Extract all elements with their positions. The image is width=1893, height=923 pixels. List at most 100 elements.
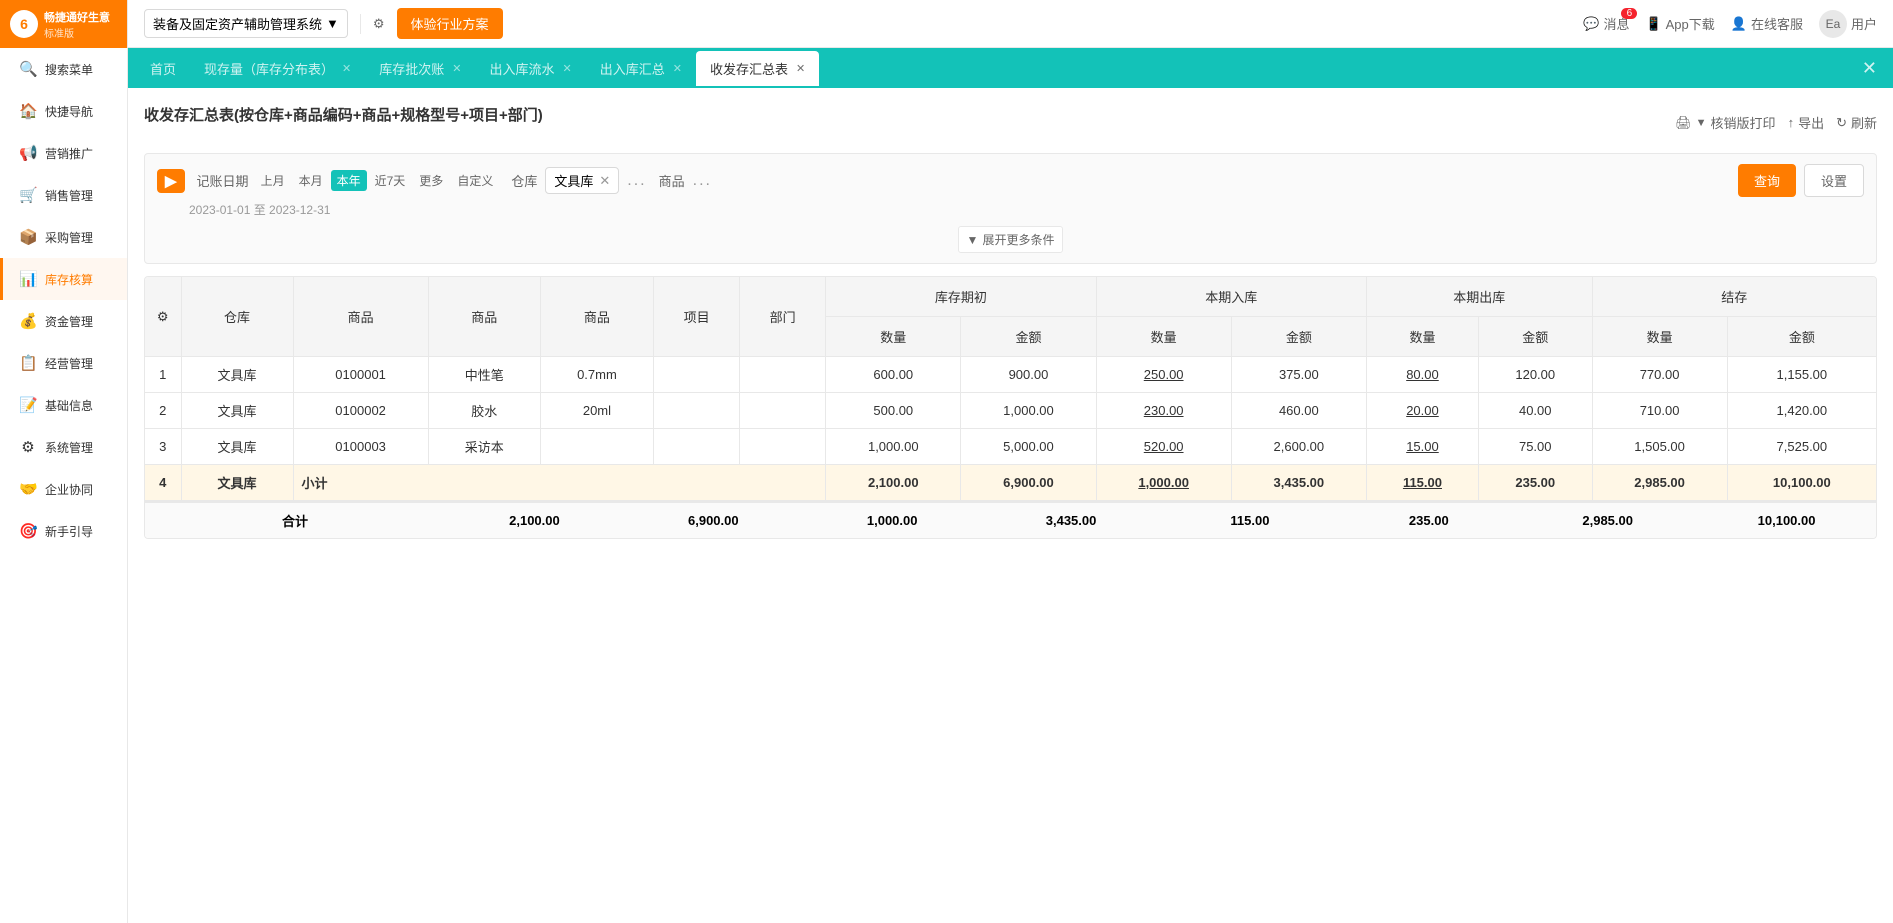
table-settings-icon[interactable]: ⚙ xyxy=(157,309,169,324)
cell-department xyxy=(740,357,826,393)
message-icon: 💬 xyxy=(1583,16,1599,32)
tab-close-flow[interactable]: ✕ xyxy=(563,62,572,75)
user-item[interactable]: Ea 用户 xyxy=(1819,10,1877,38)
tab-close-stock[interactable]: ✕ xyxy=(342,62,351,75)
sidebar-item-guide[interactable]: 🎯新手引导 xyxy=(0,510,127,552)
trial-button[interactable]: 体验行业方案 xyxy=(397,8,503,39)
th-in-qty: 数量 xyxy=(1096,317,1231,357)
system-title-select[interactable]: 装备及固定资产辅助管理系统 ▼ xyxy=(144,9,348,38)
sub-in-qty-val[interactable]: 1,000.00 xyxy=(1138,475,1189,490)
nav-icon-search: 🔍 xyxy=(19,60,37,78)
table-row: 2 文具库 0100002 胶水 20ml 500.00 1,000.00 23… xyxy=(145,393,1876,429)
tab-close-summary[interactable]: ✕ xyxy=(673,62,682,75)
nav-icon-basic: 📝 xyxy=(19,396,37,414)
data-table-container: ⚙ 仓库 商品 商品 商品 项目 部门 库存期初 本期入库 本期出库 结存 xyxy=(144,276,1877,539)
cell-in-qty-val[interactable]: 230.00 xyxy=(1144,403,1184,418)
nav-icon-sales: 🛒 xyxy=(19,186,37,204)
sidebar-item-basic[interactable]: 📝基础信息 xyxy=(0,384,127,426)
sub-in-qty[interactable]: 1,000.00 xyxy=(1096,465,1231,501)
dropdown-icon: ▼ xyxy=(326,16,339,31)
filter-toggle-btn[interactable]: ▶ xyxy=(157,169,185,193)
warehouse-tag-remove[interactable]: ✕ xyxy=(599,173,610,189)
message-item[interactable]: 💬 消息 6 xyxy=(1583,14,1629,33)
setting-button[interactable]: 设置 xyxy=(1804,164,1864,197)
goods-more-btn[interactable]: ... xyxy=(693,172,712,190)
export-button[interactable]: ↑ 导出 xyxy=(1788,113,1825,132)
cell-warehouse: 文具库 xyxy=(181,429,293,465)
expand-conditions-btn[interactable]: ▼ 展开更多条件 xyxy=(958,226,1064,253)
cell-in-qty[interactable]: 250.00 xyxy=(1096,357,1231,393)
sidebar-item-marketing[interactable]: 📢营销推广 xyxy=(0,132,127,174)
sidebar-item-finance[interactable]: 💰资金管理 xyxy=(0,300,127,342)
cell-in-qty[interactable]: 230.00 xyxy=(1096,393,1231,429)
cell-closing-qty: 710.00 xyxy=(1592,393,1727,429)
date-range-row: 2023-01-01 至 2023-12-31 xyxy=(157,201,1864,218)
print-button[interactable]: 🖨 ▼ 核销版打印 xyxy=(1675,113,1775,132)
sub-out-qty[interactable]: 115.00 xyxy=(1366,465,1478,501)
date-shortcut-0[interactable]: 上月 xyxy=(255,170,291,191)
sidebar-item-operation[interactable]: 📋经营管理 xyxy=(0,342,127,384)
sidebar-nav: 🔍搜索菜单🏠快捷导航📢营销推广🛒销售管理📦采购管理📊库存核算💰资金管理📋经营管理… xyxy=(0,48,127,552)
logo-badge: 标准版 xyxy=(44,25,110,40)
cell-out-qty[interactable]: 80.00 xyxy=(1366,357,1478,393)
online-service-item[interactable]: 👤 在线客服 xyxy=(1731,14,1803,33)
cell-in-qty[interactable]: 520.00 xyxy=(1096,429,1231,465)
cell-out-qty-val[interactable]: 80.00 xyxy=(1406,367,1439,382)
tab-stock[interactable]: 现存量（库存分布表）✕ xyxy=(190,51,365,86)
tab-close-receipt[interactable]: ✕ xyxy=(796,62,805,75)
tab-summary[interactable]: 出入库汇总✕ xyxy=(586,51,696,86)
cell-out-qty-val[interactable]: 20.00 xyxy=(1406,403,1439,418)
cell-out-qty[interactable]: 15.00 xyxy=(1366,429,1478,465)
nav-icon-collab: 🤝 xyxy=(19,480,37,498)
cell-project xyxy=(654,357,740,393)
cell-project xyxy=(654,429,740,465)
settings-icon[interactable]: ⚙ xyxy=(373,16,385,32)
query-button[interactable]: 查询 xyxy=(1738,164,1796,197)
sidebar-item-collab[interactable]: 🤝企业协同 xyxy=(0,468,127,510)
sidebar-item-search[interactable]: 🔍搜索菜单 xyxy=(0,48,127,90)
sidebar-item-inventory[interactable]: 📊库存核算 xyxy=(0,258,127,300)
logo-text-block: 畅捷通好生意 标准版 xyxy=(44,9,110,40)
tab-bar-close-btn[interactable]: ✕ xyxy=(1854,58,1885,79)
page-top-actions: 🖨 ▼ 核销版打印 ↑ 导出 ↻ 刷新 xyxy=(1675,113,1877,132)
warehouse-more-btn[interactable]: ... xyxy=(627,172,646,190)
th-goods-code: 商品 xyxy=(293,277,428,357)
date-shortcut-2[interactable]: 本年 xyxy=(331,170,367,191)
cell-out-qty[interactable]: 20.00 xyxy=(1366,393,1478,429)
tab-receipt[interactable]: 收发存汇总表✕ xyxy=(696,51,819,86)
sub-rownum: 4 xyxy=(145,465,181,501)
nav-icon-operation: 📋 xyxy=(19,354,37,372)
sub-out-qty-val[interactable]: 115.00 xyxy=(1403,475,1442,490)
sidebar-item-quicknav[interactable]: 🏠快捷导航 xyxy=(0,90,127,132)
refresh-button[interactable]: ↻ 刷新 xyxy=(1836,113,1877,132)
nav-label-system: 系统管理 xyxy=(45,439,93,456)
nav-label-guide: 新手引导 xyxy=(45,523,93,540)
date-shortcut-3[interactable]: 近7天 xyxy=(369,170,412,191)
tab-flow[interactable]: 出入库流水✕ xyxy=(475,51,585,86)
cell-in-qty-val[interactable]: 250.00 xyxy=(1144,367,1184,382)
sub-warehouse: 文具库 xyxy=(181,465,293,501)
app-download-item[interactable]: 📱 App下载 xyxy=(1645,14,1714,33)
th-settings[interactable]: ⚙ xyxy=(145,277,181,357)
date-shortcut-5[interactable]: 自定义 xyxy=(451,170,499,191)
th-out-qty: 数量 xyxy=(1366,317,1478,357)
th-goods-name: 商品 xyxy=(428,277,540,357)
sidebar-item-sales[interactable]: 🛒销售管理 xyxy=(0,174,127,216)
date-shortcut-1[interactable]: 本月 xyxy=(293,170,329,191)
page-content-area: 收发存汇总表(按仓库+商品编码+商品+规格型号+项目+部门) 🖨 ▼ 核销版打印… xyxy=(128,88,1893,923)
warehouse-tag[interactable]: 文具库 ✕ xyxy=(545,167,619,194)
cell-department xyxy=(740,429,826,465)
date-shortcut-4[interactable]: 更多 xyxy=(413,170,449,191)
tab-home[interactable]: 首页 xyxy=(136,51,190,86)
sidebar-item-purchase[interactable]: 📦采购管理 xyxy=(0,216,127,258)
th-opening-group: 库存期初 xyxy=(826,277,1096,317)
sidebar-item-system[interactable]: ⚙系统管理 xyxy=(0,426,127,468)
warehouse-tag-text: 文具库 xyxy=(554,171,593,190)
cell-in-qty-val[interactable]: 520.00 xyxy=(1144,439,1184,454)
cell-out-qty-val[interactable]: 15.00 xyxy=(1406,439,1439,454)
nav-label-quicknav: 快捷导航 xyxy=(45,103,93,120)
tab-batch[interactable]: 库存批次账✕ xyxy=(365,51,475,86)
page-header-row: 收发存汇总表(按仓库+商品编码+商品+规格型号+项目+部门) 🖨 ▼ 核销版打印… xyxy=(144,104,1877,141)
tab-close-batch[interactable]: ✕ xyxy=(452,62,461,75)
footer-in-amt: 3,435.00 xyxy=(982,513,1161,528)
